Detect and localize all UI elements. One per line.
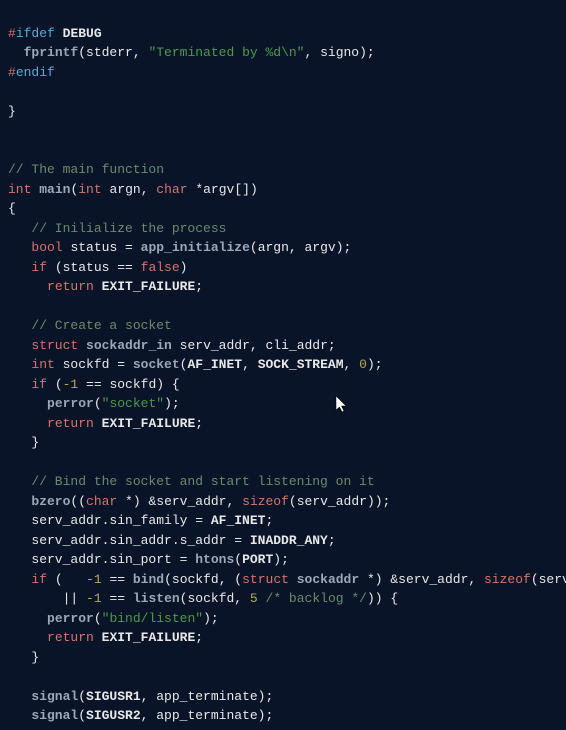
fn-bzero: bzero: [31, 494, 70, 509]
comment: /* backlog */: [266, 591, 367, 606]
comment: // Bind the socket and start listening o…: [31, 474, 374, 489]
fn-listen: listen: [133, 591, 180, 606]
hash: #: [8, 26, 16, 41]
fn-bind: bind: [133, 572, 164, 587]
fn-htons: htons: [195, 552, 234, 567]
code-line: struct sockaddr_in serv_addr, cli_addr;: [8, 338, 336, 353]
fn-main: main: [39, 182, 70, 197]
code-line: perror("socket");: [8, 396, 180, 411]
code-line: // Create a socket: [8, 318, 172, 333]
code-line: int main(int argn, char *argv[]): [8, 182, 258, 197]
hash: #: [8, 65, 16, 80]
code-line: serv_addr.sin_addr.s_addr = INADDR_ANY;: [8, 533, 336, 548]
code-line: // The main function: [8, 162, 164, 177]
string: "Terminated by %d\n": [148, 45, 304, 60]
fn-signal: signal: [31, 689, 78, 704]
code-line: signal(SIGUSR2, app_terminate);: [8, 708, 273, 723]
code-line: return EXIT_FAILURE;: [8, 630, 203, 645]
fn-perror: perror: [47, 611, 94, 626]
kw-struct: struct: [31, 338, 78, 353]
fn-signal: signal: [31, 708, 78, 723]
code-line: bzero((char *) &serv_addr, sizeof(serv_a…: [8, 494, 390, 509]
code-line: || -1 == listen(sockfd, 5 /* backlog */)…: [8, 591, 398, 606]
type-sockaddr-in: sockaddr_in: [86, 338, 172, 353]
code-line: // Bind the socket and start listening o…: [8, 474, 375, 489]
fn-app-initialize: app_initialize: [141, 240, 250, 255]
pp-ifdef: ifdef: [16, 26, 55, 41]
code-line: #endif: [8, 65, 55, 80]
code-line: bool status = app_initialize(argn, argv)…: [8, 240, 351, 255]
code-line: if ( -1 == bind(sockfd, (struct sockaddr…: [8, 572, 566, 587]
kw-sizeof: sizeof: [242, 494, 289, 509]
code-line: signal(SIGUSR1, app_terminate);: [8, 689, 273, 704]
kw-return: return: [47, 416, 94, 431]
kw-return: return: [47, 279, 94, 294]
kw-bool: bool: [31, 240, 62, 255]
code-editor-view: #ifdef DEBUG fprintf(stderr, "Terminated…: [0, 0, 566, 730]
kw-int: int: [31, 357, 54, 372]
code-line: if (-1 == sockfd) {: [8, 377, 180, 392]
fn-socket: socket: [133, 357, 180, 372]
kw-int: int: [8, 182, 31, 197]
code-line: // Inilialize the process: [8, 221, 226, 236]
code-line: serv_addr.sin_port = htons(PORT);: [8, 552, 289, 567]
code-line: }: [8, 435, 39, 450]
code-line: }: [8, 650, 39, 665]
const-exit-failure: EXIT_FAILURE: [102, 416, 196, 431]
kw-return: return: [47, 630, 94, 645]
comment: // Inilialize the process: [31, 221, 226, 236]
code-line: return EXIT_FAILURE;: [8, 279, 203, 294]
kw-struct: struct: [242, 572, 289, 587]
fn-fprintf: fprintf: [24, 45, 79, 60]
code-line: perror("bind/listen");: [8, 611, 219, 626]
kw-char: char: [156, 182, 187, 197]
const-exit-failure: EXIT_FAILURE: [102, 630, 196, 645]
code-line: }: [8, 104, 16, 119]
code-line: int sockfd = socket(AF_INET, SOCK_STREAM…: [8, 357, 383, 372]
comment: // The main function: [8, 162, 164, 177]
code-line: {: [8, 201, 16, 216]
pp-endif: endif: [16, 65, 55, 80]
code-line: fprintf(stderr, "Terminated by %d\n", si…: [8, 45, 375, 60]
kw-if: if: [31, 572, 47, 587]
code-line: return EXIT_FAILURE;: [8, 416, 203, 431]
kw-char: char: [86, 494, 117, 509]
const-exit-failure: EXIT_FAILURE: [102, 279, 196, 294]
code-line: serv_addr.sin_family = AF_INET;: [8, 513, 273, 528]
kw-int: int: [78, 182, 101, 197]
kw-false: false: [141, 260, 180, 275]
kw-if: if: [31, 260, 47, 275]
kw-sizeof: sizeof: [484, 572, 531, 587]
code-line: #ifdef DEBUG: [8, 26, 102, 41]
fn-perror: perror: [47, 396, 94, 411]
macro: DEBUG: [63, 26, 102, 41]
code-line: if (status == false): [8, 260, 187, 275]
string: "bind/listen": [102, 611, 203, 626]
kw-if: if: [31, 377, 47, 392]
comment: // Create a socket: [31, 318, 171, 333]
string: "socket": [102, 396, 164, 411]
